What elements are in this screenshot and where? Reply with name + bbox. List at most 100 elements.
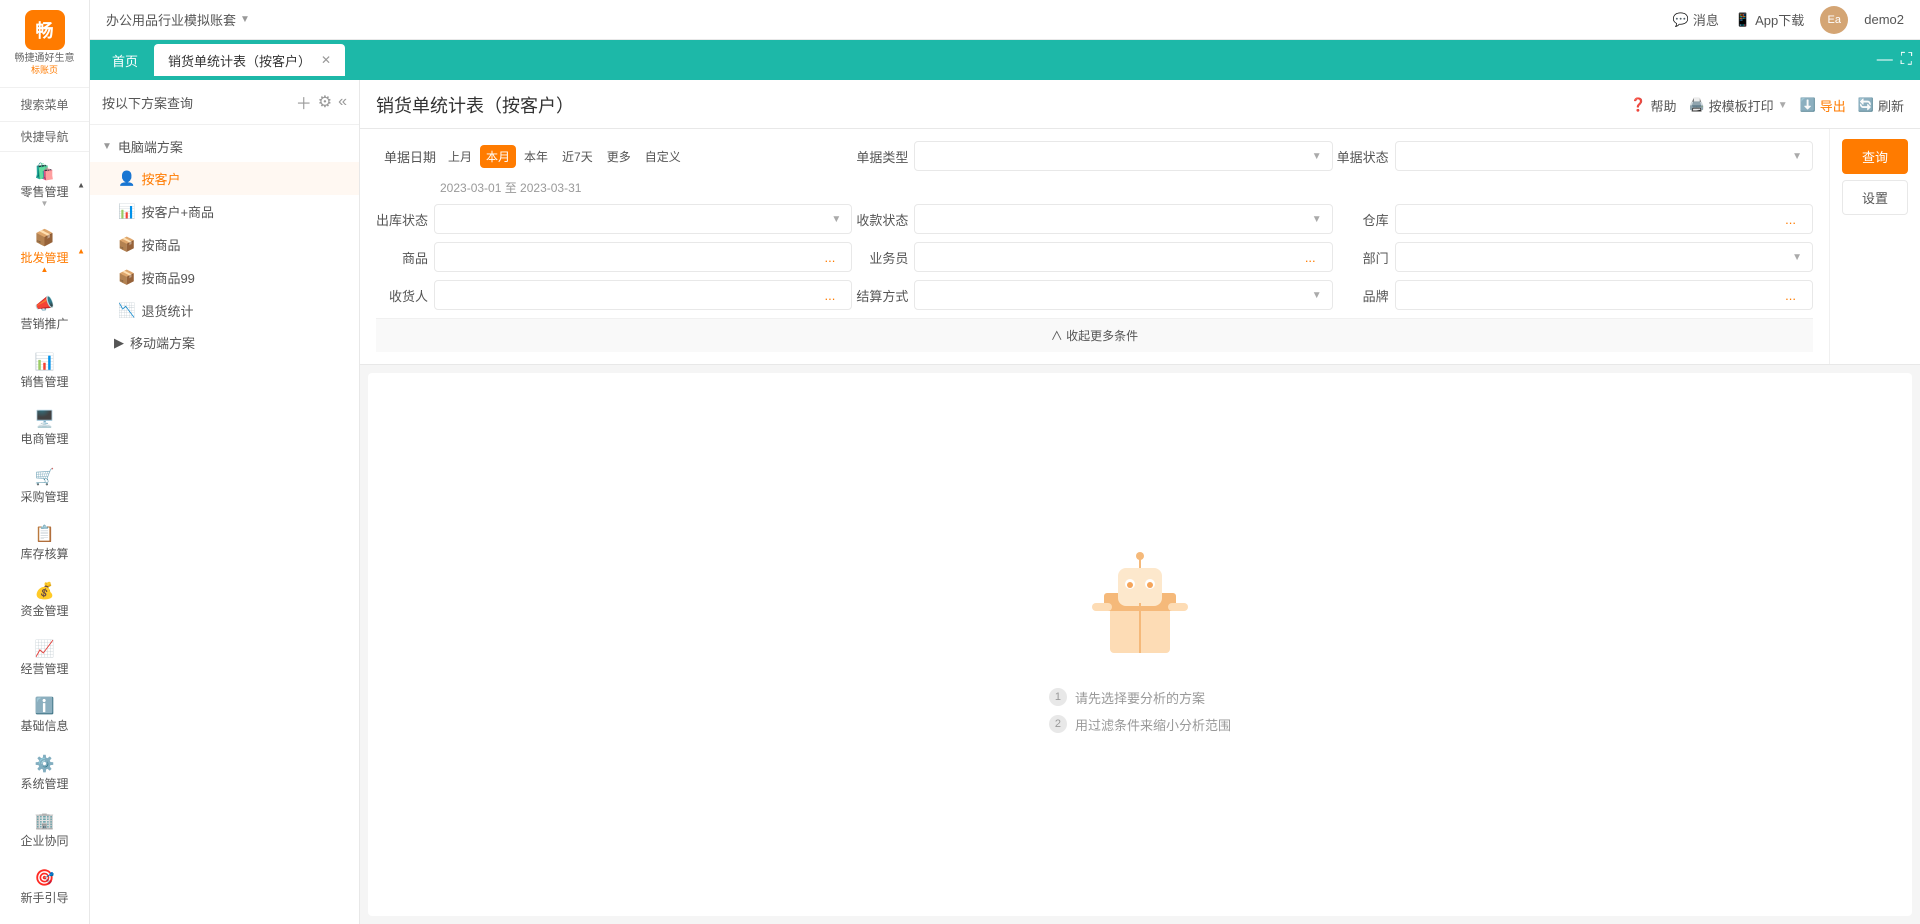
close-tab-icon[interactable]: ✕ xyxy=(321,53,331,67)
chevron-down-icon: ▼ xyxy=(831,214,841,225)
warehouse-filter-cell: 仓库 ... xyxy=(1337,204,1813,234)
action-buttons: 查询 设置 xyxy=(1829,129,1920,364)
desktop-group-header[interactable]: ▼ 电脑端方案 xyxy=(90,131,359,162)
sidebar-item-operations[interactable]: 📈 经营管理 xyxy=(0,629,89,686)
sidebar-item-newbie[interactable]: 🎯 新手引导 xyxy=(0,858,89,915)
minimize-icon[interactable]: — xyxy=(1877,51,1893,69)
date-btn-more[interactable]: 更多 xyxy=(601,145,637,168)
tab-sales-stats[interactable]: 销货单统计表（按客户） ✕ xyxy=(154,44,345,76)
app-logo[interactable]: 畅 畅捷通好生意 标账页 xyxy=(0,0,89,88)
department-filter-cell: 部门 ▼ xyxy=(1337,242,1813,272)
marketing-icon: 📣 xyxy=(4,294,85,314)
scheme-by-product99[interactable]: 📦 按商品99 xyxy=(90,261,359,294)
tab-home[interactable]: 首页 xyxy=(98,44,152,76)
sidebar-item-sales[interactable]: 📊 销售管理 xyxy=(0,342,89,399)
hint-num-1: 1 xyxy=(1049,688,1067,706)
export-icon: ⬇️ xyxy=(1800,97,1816,113)
refresh-button[interactable]: 🔄 刷新 xyxy=(1858,96,1904,115)
query-button[interactable]: 查询 xyxy=(1842,139,1908,174)
add-scheme-button[interactable]: ＋ xyxy=(296,90,312,114)
product-label: 商品 xyxy=(376,248,428,267)
quick-nav[interactable]: 快捷导航 xyxy=(0,122,89,152)
settlement-label: 结算方式 xyxy=(856,286,908,305)
warehouse-select[interactable]: ... xyxy=(1395,204,1813,234)
brand-filter-cell: 品牌 ... xyxy=(1337,280,1813,310)
sidebar-item-inventory[interactable]: 📋 库存核算 xyxy=(0,514,89,571)
newbie-icon: 🎯 xyxy=(4,868,85,888)
brand-select[interactable]: ... xyxy=(1395,280,1813,310)
date-filter-control: 上月 本月 本年 近7天 更多 自定义 xyxy=(442,145,852,168)
order-status-select[interactable]: ▼ xyxy=(1395,141,1813,171)
search-menu[interactable]: 搜索菜单 xyxy=(0,88,89,122)
sidebar-item-purchase[interactable]: 🛒 采购管理 xyxy=(0,457,89,514)
desktop-scheme-group: ▼ 电脑端方案 👤 按客户 📊 按客户+商品 📦 按商品 xyxy=(90,131,359,327)
receiver-more-btn[interactable]: ... xyxy=(818,288,841,303)
app-selector[interactable]: 办公用品行业模拟账套 ▼ xyxy=(106,10,250,29)
help-button[interactable]: ❓ 帮助 xyxy=(1630,96,1676,115)
refresh-icon: 🔄 xyxy=(1858,97,1874,113)
settings-button[interactable]: 设置 xyxy=(1842,180,1908,215)
sidebar: 畅 畅捷通好生意 标账页 搜索菜单 快捷导航 🛍️ 零售管理 ▼ 📦 批发管理 … xyxy=(0,0,90,924)
sidebar-item-marketing[interactable]: 📣 营销推广 xyxy=(0,284,89,341)
date-btn-7days[interactable]: 近7天 xyxy=(556,145,599,168)
warehouse-more-btn[interactable]: ... xyxy=(1779,212,1802,227)
collapse-icon: ∧ xyxy=(1051,329,1063,343)
left-panel: 按以下方案查询 ＋ ⚙ « ▼ 电脑端方案 👤 按客户 xyxy=(90,80,360,924)
collapse-button[interactable]: ∧ 收起更多条件 xyxy=(376,318,1813,352)
inventory-icon: 📋 xyxy=(4,524,85,544)
sidebar-item-ecommerce[interactable]: 🖥️ 电商管理 xyxy=(0,399,89,456)
hint-num-2: 2 xyxy=(1049,715,1067,733)
brand-more-btn[interactable]: ... xyxy=(1779,288,1802,303)
empty-text: 1 请先选择要分析的方案 2 用过滤条件来缩小分析范围 xyxy=(1049,688,1231,742)
product-filter-cell: 商品 ... xyxy=(376,242,852,272)
date-btn-this-month[interactable]: 本月 xyxy=(480,145,516,168)
user-avatar[interactable]: Ea xyxy=(1820,6,1848,34)
order-type-filter-cell: 单据类型 ▼ xyxy=(856,141,1332,171)
out-status-select[interactable]: ▼ xyxy=(434,204,852,234)
department-select[interactable]: ▼ xyxy=(1395,242,1813,272)
system-icon: ⚙️ xyxy=(4,754,85,774)
message-button[interactable]: 💬 消息 xyxy=(1673,10,1719,29)
receipt-status-select[interactable]: ▼ xyxy=(914,204,1332,234)
collapse-panel-icon[interactable]: « xyxy=(338,93,347,111)
warehouse-label: 仓库 xyxy=(1337,210,1389,229)
left-panel-actions: ＋ ⚙ « xyxy=(296,90,347,114)
receiver-select[interactable]: ... xyxy=(434,280,852,310)
toggle-mobile-icon: ▶ xyxy=(114,335,124,351)
app-download-button[interactable]: 📱 App下载 xyxy=(1735,10,1804,29)
purchase-icon: 🛒 xyxy=(4,467,85,487)
export-button[interactable]: ⬇️ 导出 xyxy=(1800,96,1846,115)
out-status-filter-cell: 出库状态 ▼ xyxy=(376,204,852,234)
empty-hint-2: 2 用过滤条件来缩小分析范围 xyxy=(1049,715,1231,734)
maximize-icon[interactable]: ⛶ xyxy=(1901,51,1912,69)
scheme-by-customer-product[interactable]: 📊 按客户+商品 xyxy=(90,195,359,228)
date-btn-custom[interactable]: 自定义 xyxy=(639,145,687,168)
sidebar-item-enterprise[interactable]: 🏢 企业协同 xyxy=(0,801,89,858)
template-print-button[interactable]: 🖨️ 按模板打印 ▼ xyxy=(1688,96,1787,115)
scheme-by-customer[interactable]: 👤 按客户 xyxy=(90,162,359,195)
scheme-return-stats[interactable]: 📉 退货统计 xyxy=(90,294,359,327)
sidebar-item-system[interactable]: ⚙️ 系统管理 xyxy=(0,744,89,801)
sidebar-item-basic[interactable]: ℹ️ 基础信息 xyxy=(0,686,89,743)
scheme-tree: ▼ 电脑端方案 👤 按客户 📊 按客户+商品 📦 按商品 xyxy=(90,125,359,364)
scheme-by-product[interactable]: 📦 按商品 xyxy=(90,228,359,261)
order-type-select[interactable]: ▼ xyxy=(914,141,1332,171)
sidebar-item-app-center[interactable]: 📱 应用中心 xyxy=(0,916,89,924)
sidebar-item-wholesale[interactable]: 📦 批发管理 ▲ xyxy=(0,218,89,284)
sidebar-item-retail[interactable]: 🛍️ 零售管理 ▼ xyxy=(0,152,89,218)
receipt-status-label: 收款状态 xyxy=(856,210,908,229)
product-icon: 📦 xyxy=(118,236,135,253)
salesperson-more-btn[interactable]: ... xyxy=(1299,250,1322,265)
product-select[interactable]: ... xyxy=(434,242,852,272)
product-more-btn[interactable]: ... xyxy=(818,250,841,265)
salesperson-select[interactable]: ... xyxy=(914,242,1332,272)
sidebar-item-finance[interactable]: 💰 资金管理 xyxy=(0,571,89,628)
chevron-down-icon: ▼ xyxy=(1792,151,1802,162)
date-btn-this-year[interactable]: 本年 xyxy=(518,145,554,168)
mobile-group-header[interactable]: ▶ 移动端方案 xyxy=(90,327,359,358)
settlement-select[interactable]: ▼ xyxy=(914,280,1332,310)
settings-scheme-icon[interactable]: ⚙ xyxy=(318,92,332,112)
customer-product-icon: 📊 xyxy=(118,203,135,220)
wholesale-icon: 📦 xyxy=(4,228,85,248)
date-btn-last-month[interactable]: 上月 xyxy=(442,145,478,168)
